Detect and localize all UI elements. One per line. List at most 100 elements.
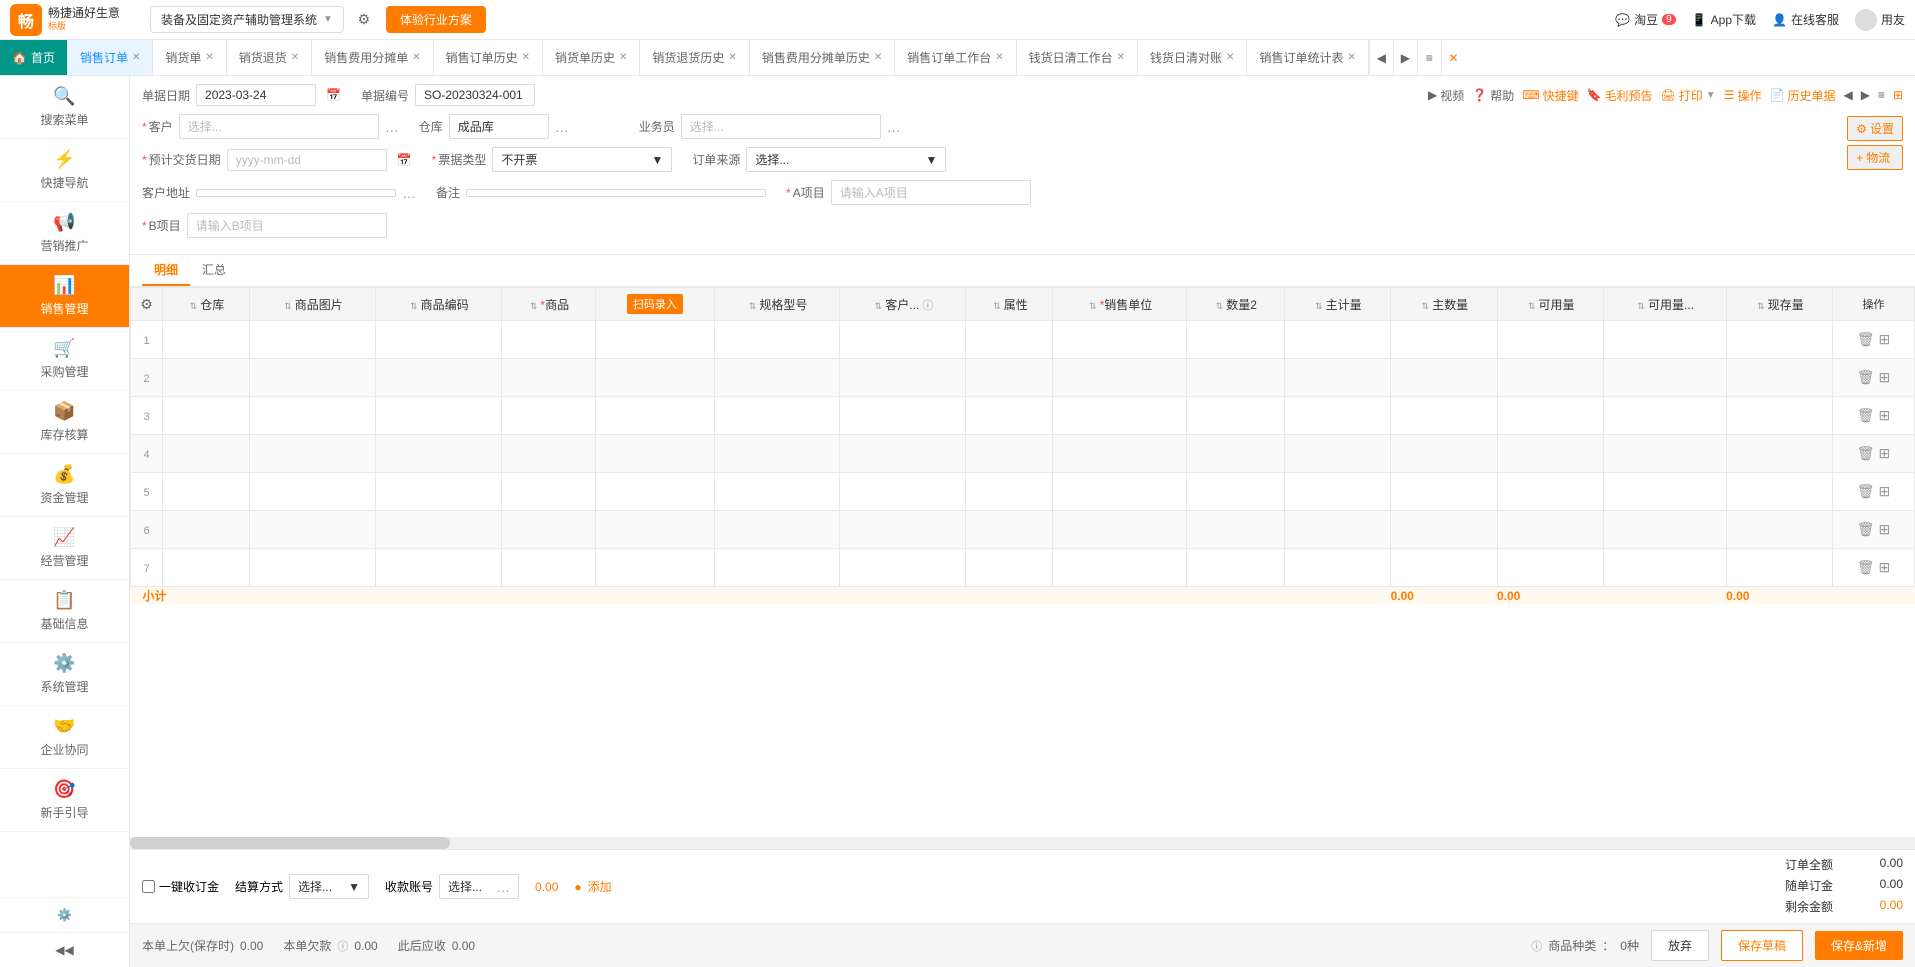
sidebar-item-guide[interactable]: 🎯 新手引导 <box>0 769 129 832</box>
order-no-input[interactable]: SO-20230324-001 <box>415 84 535 106</box>
row-main-qty[interactable] <box>1391 549 1497 587</box>
settings-gear-icon[interactable]: ⚙ <box>350 6 378 34</box>
scan-input-btn[interactable]: 扫码录入 <box>627 294 683 314</box>
address-more-btn[interactable]: … <box>402 185 416 201</box>
row-customer[interactable] <box>840 359 966 397</box>
sidebar-item-enterprise[interactable]: 🤝 企业协同 <box>0 706 129 769</box>
history-btn[interactable]: 📄 历史单据 <box>1769 87 1835 104</box>
shortcut-btn[interactable]: ⌨ 快捷键 <box>1522 87 1578 104</box>
action-btn[interactable]: ☰ 操作 <box>1724 87 1762 104</box>
row-product[interactable] <box>501 435 596 473</box>
row-spec[interactable] <box>714 397 840 435</box>
row-code[interactable] <box>375 549 501 587</box>
row-attr[interactable] <box>966 435 1053 473</box>
row-spec[interactable] <box>714 549 840 587</box>
tab-sales-return[interactable]: 销货退货 ✕ <box>227 40 312 76</box>
row-main-unit[interactable] <box>1284 435 1390 473</box>
row-main-unit[interactable] <box>1284 321 1390 359</box>
copy-row-icon[interactable]: ⊞ <box>1879 369 1891 386</box>
sidebar-item-system[interactable]: ⚙️ 系统管理 <box>0 643 129 706</box>
row-warehouse[interactable] <box>163 511 250 549</box>
row-code[interactable] <box>375 435 501 473</box>
row-spec[interactable] <box>714 473 840 511</box>
tab-sales-order-history[interactable]: 销售订单历史 ✕ <box>434 40 543 76</box>
tab-order-workbench[interactable]: 销售订单工作台 ✕ <box>895 40 1016 76</box>
row-code[interactable] <box>375 473 501 511</box>
row-unit[interactable] <box>1053 359 1186 397</box>
row-unit[interactable] <box>1053 549 1186 587</box>
row-customer[interactable] <box>840 511 966 549</box>
row-qty2[interactable] <box>1186 473 1284 511</box>
tab-prev-btn[interactable]: ◀ <box>1369 40 1393 76</box>
row-main-qty[interactable] <box>1391 321 1497 359</box>
row-attr[interactable] <box>966 473 1053 511</box>
account-more-btn[interactable]: … <box>496 879 510 895</box>
row-spec[interactable] <box>714 435 840 473</box>
row-unit[interactable] <box>1053 321 1186 359</box>
row-code[interactable] <box>375 511 501 549</box>
sidebar-item-purchase[interactable]: 🛒 采购管理 <box>0 328 129 391</box>
row-warehouse[interactable] <box>163 397 250 435</box>
sidebar-item-nav[interactable]: ⚡ 快捷导航 <box>0 139 129 202</box>
row-product[interactable] <box>501 397 596 435</box>
online-service-btn[interactable]: 👤 在线客服 <box>1772 11 1839 28</box>
close-icon[interactable]: ✕ <box>1226 52 1234 63</box>
close-icon[interactable]: ✕ <box>522 52 530 63</box>
row-main-qty[interactable] <box>1391 359 1497 397</box>
sidebar-item-basic-info[interactable]: 📋 基础信息 <box>0 580 129 643</box>
row-spec[interactable] <box>714 359 840 397</box>
row-qty2[interactable] <box>1186 359 1284 397</box>
row-unit[interactable] <box>1053 397 1186 435</box>
row-qty2[interactable] <box>1186 397 1284 435</box>
tab-home[interactable]: 🏠 首页 <box>0 40 68 76</box>
tab-sales-expense[interactable]: 销售费用分摊单 ✕ <box>312 40 433 76</box>
row-main-unit[interactable] <box>1284 549 1390 587</box>
row-product[interactable] <box>501 473 596 511</box>
row-main-qty[interactable] <box>1391 473 1497 511</box>
row-warehouse[interactable] <box>163 549 250 587</box>
close-icon[interactable]: ✕ <box>874 52 882 63</box>
row-main-qty[interactable] <box>1391 511 1497 549</box>
salesperson-more-btn[interactable]: … <box>887 119 901 135</box>
row-main-unit[interactable] <box>1284 397 1390 435</box>
row-attr[interactable] <box>966 321 1053 359</box>
nav-prev-btn[interactable]: ◀ <box>1843 88 1852 102</box>
salesperson-input[interactable]: 选择... <box>681 114 881 139</box>
one-click-checkbox[interactable] <box>142 880 155 893</box>
side-add-btn[interactable]: + 物流 <box>1847 145 1903 170</box>
list-view-btn[interactable]: ≡ <box>1878 88 1885 102</box>
a-project-input[interactable]: 请输入A项目 <box>831 180 1031 205</box>
row-unit[interactable] <box>1053 473 1186 511</box>
row-unit[interactable] <box>1053 511 1186 549</box>
tab-expense-history[interactable]: 销售费用分摊单历史 ✕ <box>750 40 895 76</box>
close-icon[interactable]: ✕ <box>1347 52 1355 63</box>
gear-icon[interactable]: ⚙ <box>140 296 153 312</box>
row-product[interactable] <box>501 321 596 359</box>
row-attr[interactable] <box>966 549 1053 587</box>
copy-row-icon[interactable]: ⊞ <box>1879 521 1891 538</box>
row-main-qty[interactable] <box>1391 435 1497 473</box>
delete-row-icon[interactable]: 🗑 <box>1857 369 1875 386</box>
sidebar-settings-btn[interactable]: ⚙️ <box>0 897 129 932</box>
order-source-select[interactable]: 选择... ▼ <box>746 147 946 172</box>
row-code[interactable] <box>375 359 501 397</box>
customer-input[interactable]: 选择... <box>179 114 379 139</box>
row-spec[interactable] <box>714 511 840 549</box>
close-icon[interactable]: ✕ <box>291 52 299 63</box>
sidebar-item-inventory[interactable]: 📦 库存核算 <box>0 391 129 454</box>
discard-btn[interactable]: 放弃 <box>1651 930 1709 961</box>
row-warehouse[interactable] <box>163 435 250 473</box>
delivery-date-input[interactable]: yyyy-mm-dd <box>227 149 387 171</box>
note-input[interactable] <box>466 189 766 197</box>
row-qty2[interactable] <box>1186 511 1284 549</box>
delivery-calendar-icon[interactable]: 📅 <box>397 153 412 167</box>
row-main-unit[interactable] <box>1284 473 1390 511</box>
save-draft-btn[interactable]: 保存草稿 <box>1721 930 1803 961</box>
sidebar-item-marketing[interactable]: 📢 营销推广 <box>0 202 129 265</box>
row-attr[interactable] <box>966 359 1053 397</box>
delete-row-icon[interactable]: 🗑 <box>1857 445 1875 462</box>
row-spec[interactable] <box>714 321 840 359</box>
sidebar-item-search[interactable]: 🔍 搜索菜单 <box>0 76 129 139</box>
app-download-btn[interactable]: 📱 App下载 <box>1692 11 1756 28</box>
row-main-unit[interactable] <box>1284 511 1390 549</box>
